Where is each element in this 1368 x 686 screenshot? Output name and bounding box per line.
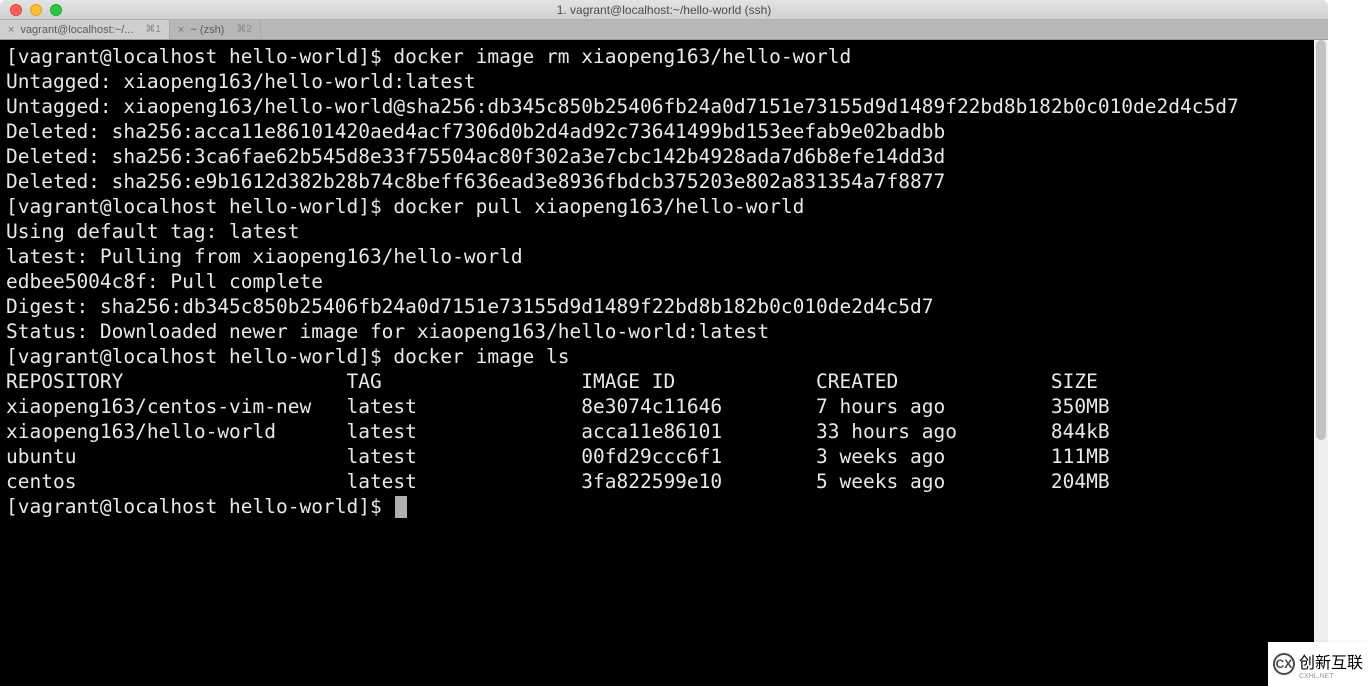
watermark-logo-icon: CX xyxy=(1273,653,1295,675)
close-button[interactable] xyxy=(10,4,22,16)
tab-shortcut: ⌘1 xyxy=(145,24,161,35)
minimize-button[interactable] xyxy=(30,4,42,16)
scrollbar-thumb[interactable] xyxy=(1316,40,1326,440)
tab-bar: × vagrant@localhost:~/... ⌘1 × ~ (zsh) ⌘… xyxy=(0,20,1328,40)
watermark: CX 创新互联 CXHL.NET xyxy=(1268,642,1368,686)
traffic-lights xyxy=(0,4,62,16)
tab-ssh[interactable]: × vagrant@localhost:~/... ⌘1 xyxy=(0,20,170,39)
tab-label: ~ (zsh) xyxy=(190,24,224,36)
page-margin xyxy=(1328,0,1368,686)
title-bar: 1. vagrant@localhost:~/hello-world (ssh) xyxy=(0,0,1328,20)
maximize-button[interactable] xyxy=(50,4,62,16)
close-icon[interactable]: × xyxy=(178,24,184,36)
scrollbar-track[interactable] xyxy=(1314,40,1328,686)
close-icon[interactable]: × xyxy=(8,24,14,36)
tab-label: vagrant@localhost:~/... xyxy=(20,24,133,36)
cursor xyxy=(395,496,407,518)
tab-shortcut: ⌘2 xyxy=(236,24,252,35)
terminal-content[interactable]: [vagrant@localhost hello-world]$ docker … xyxy=(0,40,1314,686)
terminal-window: 1. vagrant@localhost:~/hello-world (ssh)… xyxy=(0,0,1328,686)
window-title: 1. vagrant@localhost:~/hello-world (ssh) xyxy=(557,3,772,17)
tab-zsh[interactable]: × ~ (zsh) ⌘2 xyxy=(170,20,261,39)
watermark-text: 创新互联 CXHL.NET xyxy=(1299,649,1363,680)
